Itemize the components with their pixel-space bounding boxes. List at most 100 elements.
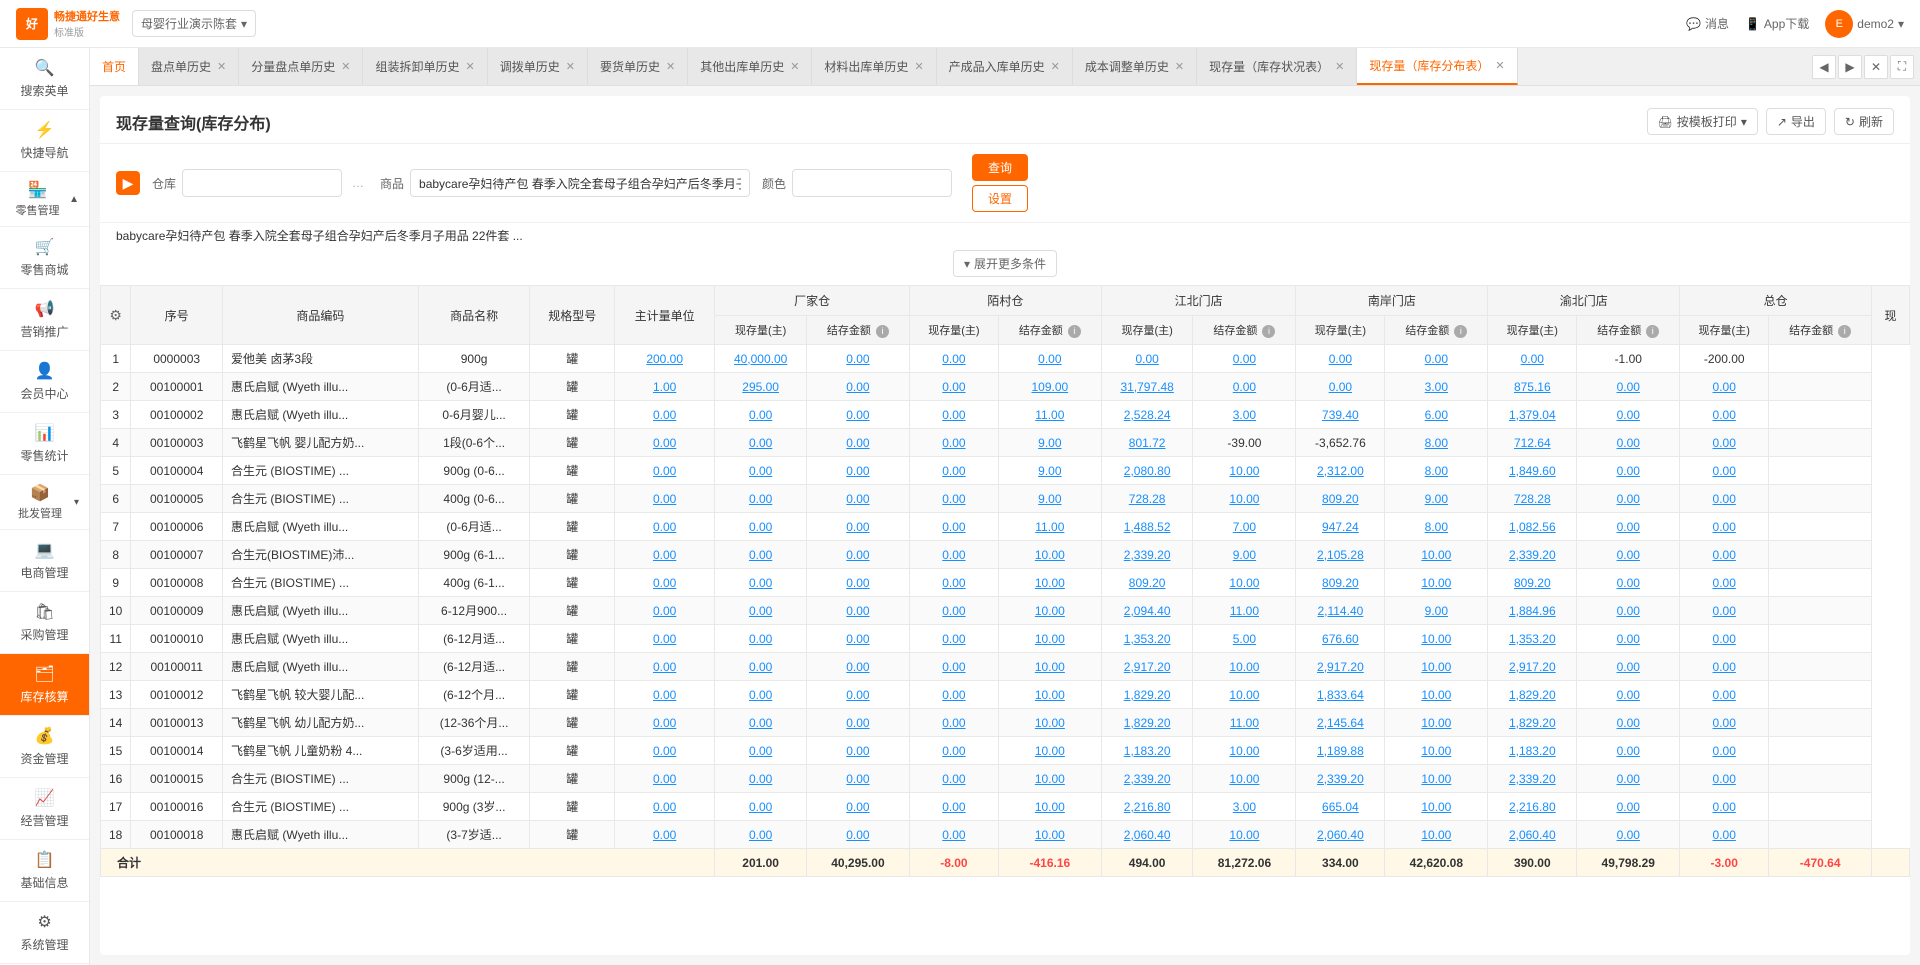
sidebar-item-retail-stat[interactable]: 📊 零售统计 <box>0 413 89 475</box>
search-toggle-button[interactable]: ▶ <box>116 171 140 195</box>
tab-home[interactable]: 首页 <box>90 48 139 85</box>
page-header: 现存量查询(库存分布) 🖨 按模板打印 ▾ ↗ 导出 ↻ 刷新 <box>100 96 1910 144</box>
tab-next-button[interactable]: ▶ <box>1838 55 1862 79</box>
refresh-icon: ↻ <box>1845 115 1855 129</box>
sidebar-item-marketing[interactable]: 📢 营销推广 <box>0 289 89 351</box>
tab-requisition-history[interactable]: 要货单历史 ✕ <box>588 48 688 85</box>
app-download-button[interactable]: 📱 App下载 <box>1745 15 1809 32</box>
sidebar-item-inventory[interactable]: 🗂 库存核算 <box>0 654 89 716</box>
tab-point-history[interactable]: 盘点单历史 ✕ <box>139 48 239 85</box>
th-total-qty: 现存量(主) <box>1680 316 1769 345</box>
chevron-down-icon: ▾ <box>1741 115 1747 129</box>
top-bar: 好 畅捷通好生意 标准版 母婴行业演示陈套 ▾ 💬 消息 📱 App下载 E d… <box>0 0 1920 48</box>
info-icon[interactable]: i <box>876 325 889 338</box>
sidebar-item-member[interactable]: 👤 会员中心 <box>0 351 89 413</box>
sidebar-item-shortcut[interactable]: ⚡ 快捷导航 <box>0 110 89 172</box>
th-jiangbei-qty: 现存量(主) <box>1101 316 1193 345</box>
tab-close-icon[interactable]: ✕ <box>1051 60 1060 73</box>
sidebar-item-basic[interactable]: 📋 基础信息 <box>0 840 89 902</box>
th-yubei-amt: 结存金额 i <box>1577 316 1680 345</box>
sidebar-item-operation[interactable]: 📈 经营管理 <box>0 778 89 840</box>
sidebar-item-wholesale[interactable]: 📦 批发管理 ▾ <box>0 475 89 530</box>
tab-prev-button[interactable]: ◀ <box>1812 55 1836 79</box>
tab-close-icon[interactable]: ✕ <box>341 60 350 73</box>
chevron-down-icon: ▾ <box>1898 17 1904 31</box>
th-idx: 序号 <box>131 286 223 345</box>
tab-close-icon[interactable]: ✕ <box>790 60 799 73</box>
user-menu[interactable]: E demo2 ▾ <box>1825 10 1904 38</box>
tab-close-icon[interactable]: ✕ <box>217 60 226 73</box>
setting-button[interactable]: 设置 <box>972 185 1028 212</box>
tab-product-in-history[interactable]: 产成品入库单历史 ✕ <box>937 48 1073 85</box>
table-row: 1100100010惠氏启赋 (Wyeth illu...(6-12月适...罐… <box>101 625 1910 653</box>
table-row: 1500100014飞鹤星飞帆 儿童奶粉 4...(3-6岁适用...罐0.00… <box>101 737 1910 765</box>
th-code: 商品编码 <box>223 286 419 345</box>
th-jiangbei: 江北门店 <box>1101 286 1296 316</box>
info-icon[interactable]: i <box>1454 325 1467 338</box>
expand-conditions-button[interactable]: ▾ 展开更多条件 <box>953 250 1057 277</box>
clipboard-icon: 📋 <box>35 850 55 870</box>
tab-stock-status[interactable]: 现存量（库存状况表） ✕ <box>1197 48 1357 85</box>
query-button[interactable]: 查询 <box>972 154 1028 181</box>
summary-jiangbei-qty: 494.00 <box>1101 849 1193 877</box>
sidebar-item-search[interactable]: 🔍 搜索英单 <box>0 48 89 110</box>
sidebar-item-system[interactable]: ⚙ 系统管理 <box>0 902 89 964</box>
chevron-down-icon: ▾ <box>964 257 970 271</box>
sidebar-item-retail-mgmt[interactable]: 🏪 零售管理 ▲ <box>0 172 89 227</box>
search-icon: 🔍 <box>35 58 55 78</box>
info-icon[interactable]: i <box>1262 325 1275 338</box>
tab-other-out-history[interactable]: 其他出库单历史 ✕ <box>688 48 812 85</box>
tab-sub-point-history[interactable]: 分量盘点单历史 ✕ <box>239 48 363 85</box>
table-container[interactable]: ⚙ 序号 商品编码 商品名称 规格型号 主计量单位 厂家仓 陌村仓 江北门店 南… <box>100 285 1910 955</box>
product-value-display: babycare孕妇待产包 春季入院全套母子组合孕妇产后冬季月子用品 22件套 … <box>116 227 523 244</box>
sidebar-item-finance[interactable]: 💰 资金管理 <box>0 716 89 778</box>
industry-select[interactable]: 母婴行业演示陈套 ▾ <box>132 10 256 37</box>
tab-close-icon[interactable]: ✕ <box>466 60 475 73</box>
table-row: 1800100018惠氏启赋 (Wyeth illu...(3-7岁适...罐0… <box>101 821 1910 849</box>
tab-close-icon[interactable]: ✕ <box>566 60 575 73</box>
main-content: 现存量查询(库存分布) 🖨 按模板打印 ▾ ↗ 导出 ↻ 刷新 ▶ <box>90 86 1920 965</box>
color-input[interactable] <box>792 169 952 197</box>
th-unit: 主计量单位 <box>615 286 715 345</box>
info-icon[interactable]: i <box>1646 325 1659 338</box>
tab-stock-dist[interactable]: 现存量（库存分布表） ✕ <box>1357 48 1517 85</box>
search-area: ▶ 仓库 … 商品 颜色 查询 设置 <box>100 144 1910 223</box>
settings-gear-icon[interactable]: ⚙ <box>109 307 122 323</box>
sidebar-item-purchase[interactable]: 🛍 采购管理 <box>0 592 89 654</box>
chevron-down-icon: ▾ <box>74 497 79 508</box>
th-total-amt: 结存金额 i <box>1769 316 1872 345</box>
tab-close-icon[interactable]: ✕ <box>1175 60 1184 73</box>
tabs-bar: 首页 盘点单历史 ✕ 分量盘点单历史 ✕ 组装拆卸单历史 ✕ 调拨单历史 ✕ 要… <box>90 48 1920 86</box>
sidebar-item-retail-mall[interactable]: 🛒 零售商城 <box>0 227 89 289</box>
tab-material-out-history[interactable]: 材料出库单历史 ✕ <box>812 48 936 85</box>
tab-close-icon[interactable]: ✕ <box>666 60 675 73</box>
tab-close-icon[interactable]: ✕ <box>1495 59 1504 72</box>
download-icon: 📱 <box>1745 17 1760 31</box>
th-spec: 规格型号 <box>530 286 615 345</box>
tab-cost-adjust-history[interactable]: 成本调整单历史 ✕ <box>1073 48 1197 85</box>
product-input[interactable] <box>410 169 750 197</box>
print-button[interactable]: 🖨 按模板打印 ▾ <box>1647 108 1758 135</box>
summary-row: 合计 201.00 40,295.00 -8.00 -416.16 494.00… <box>101 849 1910 877</box>
tab-close-icon[interactable]: ✕ <box>1335 60 1344 73</box>
th-nanan-amt: 结存金额 i <box>1385 316 1488 345</box>
user-icon: 👤 <box>35 361 55 381</box>
tab-combine-history[interactable]: 组装拆卸单历史 ✕ <box>363 48 487 85</box>
info-icon[interactable]: i <box>1838 325 1851 338</box>
warehouse-field: 仓库 … <box>152 169 368 197</box>
tab-close-all-button[interactable]: ✕ <box>1864 55 1888 79</box>
info-icon[interactable]: i <box>1068 325 1081 338</box>
tab-close-icon[interactable]: ✕ <box>914 60 923 73</box>
data-table: ⚙ 序号 商品编码 商品名称 规格型号 主计量单位 厂家仓 陌村仓 江北门店 南… <box>100 285 1910 877</box>
th-settings[interactable]: ⚙ <box>101 286 131 345</box>
tab-fullscreen-button[interactable]: ⛶ <box>1890 55 1914 79</box>
tab-transfer-history[interactable]: 调拨单历史 ✕ <box>488 48 588 85</box>
export-button[interactable]: ↗ 导出 <box>1766 108 1826 135</box>
printer-icon: 🖨 <box>1658 115 1673 129</box>
warehouse-input[interactable] <box>182 169 342 197</box>
message-button[interactable]: 💬 消息 <box>1686 15 1729 32</box>
th-mocun-qty: 现存量(主) <box>909 316 998 345</box>
chevron-down-icon: ▾ <box>241 17 247 31</box>
refresh-button[interactable]: ↻ 刷新 <box>1834 108 1894 135</box>
sidebar-item-ecommerce[interactable]: 💻 电商管理 <box>0 530 89 592</box>
